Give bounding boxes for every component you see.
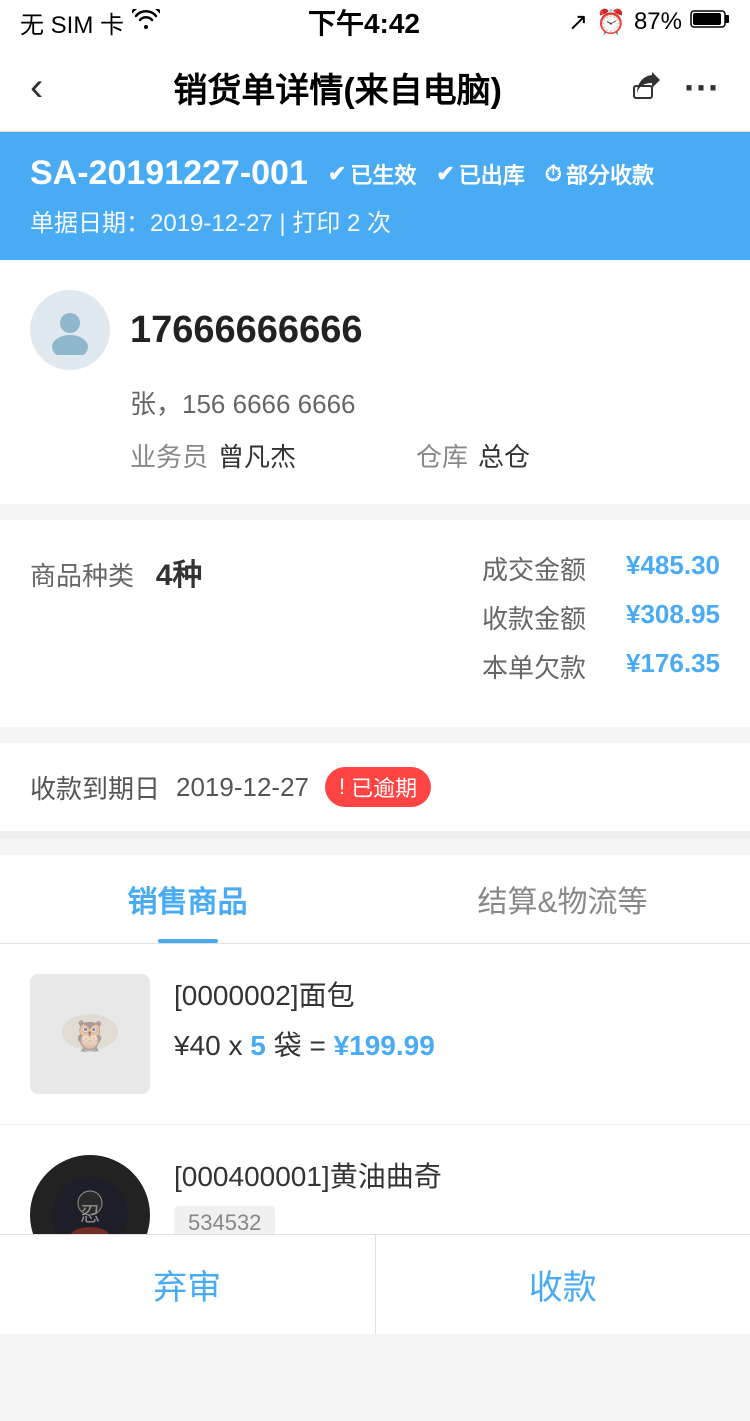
check-icon-1: ✔ [328, 161, 346, 187]
share-icon[interactable] [632, 68, 664, 108]
svg-text:忍: 忍 [80, 1204, 100, 1226]
clock-icon: ⏱ [545, 161, 562, 187]
tab-products[interactable]: 销售商品 [0, 855, 375, 943]
avatar [30, 290, 110, 370]
order-id-text: SA-20191227-001 [30, 154, 308, 193]
badge-shipped: ✔ 已出库 [436, 158, 524, 190]
customer-contact: 张，156 6666 6666 [30, 384, 720, 421]
sales-person: 曾凡杰 [218, 437, 296, 474]
product-kinds-label: 商品种类 [30, 561, 134, 591]
battery-icon [690, 8, 730, 36]
battery-text: 87% [634, 8, 682, 36]
list-item: 🦉 [0000002]面包 ¥40 x 5 袋 = ¥199.99 [0, 944, 750, 1125]
collected-label: 收款金额 [482, 599, 586, 636]
stats-right: 成交金额 ¥485.30 收款金额 ¥308.95 本单欠款 ¥176.35 [482, 550, 720, 697]
page-title: 销货单详情(来自电脑) [173, 63, 502, 112]
location-icon: ↗ [568, 8, 588, 37]
product-total: ¥199.99 [334, 1030, 435, 1061]
status-time: 下午4:42 [308, 2, 420, 42]
warehouse-value: 总仓 [478, 437, 530, 474]
nav-bar: ‹ 销货单详情(来自电脑) ··· [0, 44, 750, 132]
customer-phone: 17666666666 [130, 309, 362, 352]
collect-button[interactable]: 收款 [376, 1235, 750, 1334]
wifi-icon [132, 8, 160, 36]
more-icon[interactable]: ··· [684, 67, 720, 109]
product-qty: 5 [250, 1030, 266, 1061]
order-date: 单据日期：2019-12-27 | 打印 2 次 [30, 203, 720, 238]
product-info: [0000002]面包 ¥40 x 5 袋 = ¥199.99 [174, 974, 720, 1064]
back-button[interactable]: ‹ [30, 65, 43, 110]
tab-settlement-label: 结算&物流等 [477, 877, 647, 921]
stats-section: 商品种类 4种 成交金额 ¥485.30 收款金额 ¥308.95 本单欠款 ¥… [0, 520, 750, 727]
debt-value: ¥176.35 [626, 648, 720, 685]
product-thumbnail: 🦉 [30, 974, 150, 1094]
due-date-label: 收款到期日 [30, 769, 160, 806]
alarm-icon: ⏰ [596, 8, 626, 37]
order-header: SA-20191227-001 ✔ 已生效 ✔ 已出库 ⏱ 部分收款 单据日期：… [0, 132, 750, 260]
sales-label: 业务员 [130, 437, 208, 474]
carrier-text: 无 SIM 卡 [20, 5, 124, 40]
badge-partial: ⏱ 部分收款 [545, 158, 654, 190]
overdue-badge: ! 已逾期 [325, 767, 431, 807]
svg-text:🦉: 🦉 [71, 1019, 108, 1053]
product-kinds-value: 4种 [156, 559, 203, 592]
status-left: 无 SIM 卡 [20, 5, 160, 40]
customer-section: 17666666666 张，156 6666 6666 业务员 曾凡杰 仓库 总… [0, 260, 750, 504]
due-section: 收款到期日 2019-12-27 ! 已逾期 [0, 743, 750, 839]
tab-bar: 销售商品 结算&物流等 [0, 855, 750, 944]
overdue-text: 已逾期 [351, 771, 417, 803]
product-name: [0000002]面包 [174, 974, 720, 1014]
badge-effective: ✔ 已生效 [328, 158, 416, 190]
due-date-value: 2019-12-27 [176, 772, 309, 803]
debt-label: 本单欠款 [482, 648, 586, 685]
status-bar: 无 SIM 卡 下午4:42 ↗ ⏰ 87% [0, 0, 750, 44]
tab-settlement[interactable]: 结算&物流等 [375, 855, 750, 943]
status-right: ↗ ⏰ 87% [568, 8, 730, 37]
product-name-2: [000400001]黄油曲奇 [174, 1155, 720, 1195]
trade-amount-label: 成交金额 [482, 550, 586, 587]
tab-products-label: 销售商品 [128, 877, 248, 921]
nav-actions: ··· [632, 67, 720, 109]
warning-icon: ! [339, 774, 345, 800]
collected-value: ¥308.95 [626, 599, 720, 636]
customer-meta: 业务员 曾凡杰 仓库 总仓 [30, 437, 720, 474]
warehouse-label: 仓库 [416, 437, 468, 474]
product-price-line: ¥40 x 5 袋 = ¥199.99 [174, 1024, 720, 1064]
check-icon-2: ✔ [436, 161, 454, 187]
cancel-audit-button[interactable]: 弃审 [0, 1235, 376, 1334]
collect-label: 收款 [529, 1260, 597, 1309]
trade-amount-value: ¥485.30 [626, 550, 720, 587]
cancel-audit-label: 弃审 [153, 1260, 221, 1309]
bottom-bar: 弃审 收款 [0, 1234, 750, 1334]
